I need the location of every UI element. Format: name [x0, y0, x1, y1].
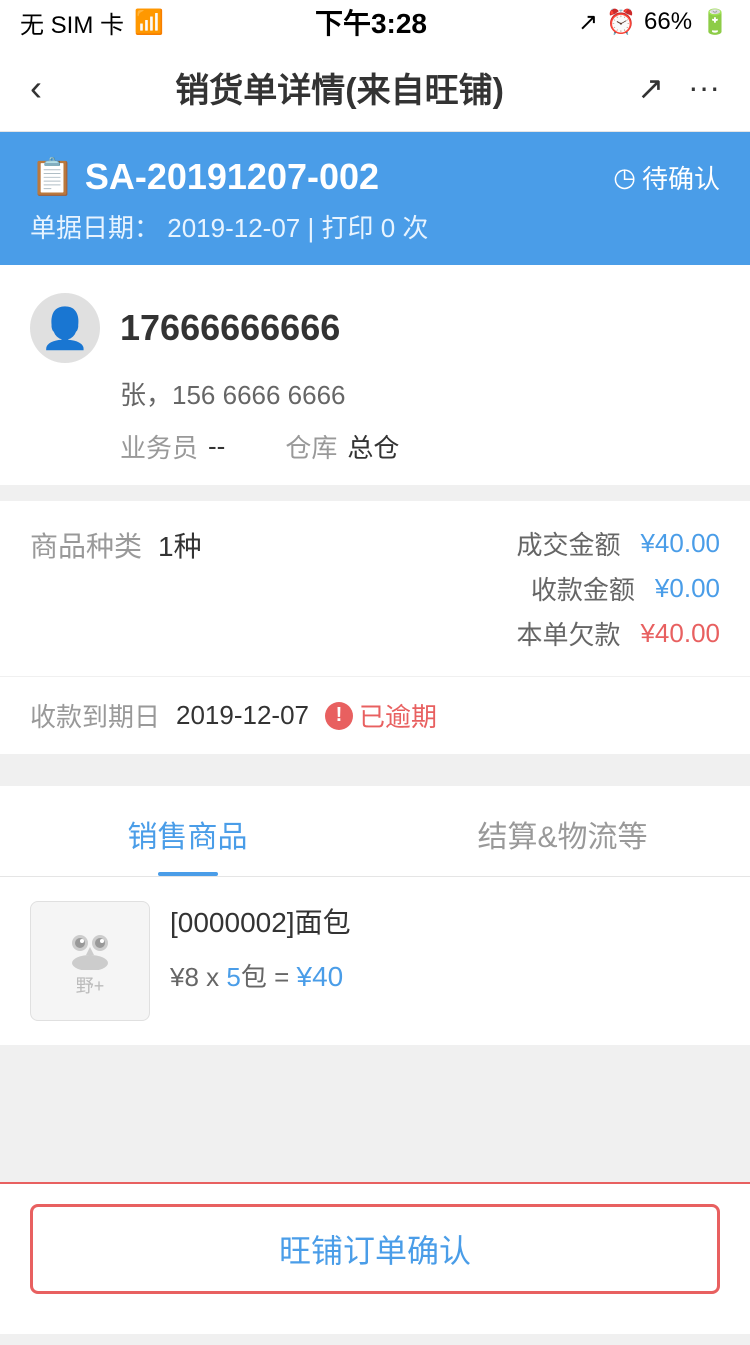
- due-date-section: 收款到期日 2019-12-07 ! 已逾期: [0, 676, 750, 754]
- location-icon: ↗: [578, 8, 598, 37]
- print-label: 打印: [321, 213, 373, 243]
- clock-icon: ◷: [613, 162, 636, 193]
- customer-top: 👤 17666666666: [30, 293, 720, 363]
- product-image: 野+: [30, 901, 150, 1021]
- share-icon[interactable]: ↗︎: [637, 69, 664, 107]
- overdue-badge: ! 已逾期: [325, 697, 437, 734]
- confirm-button[interactable]: 旺铺订单确认: [30, 1204, 720, 1294]
- product-logo-icon: [60, 925, 120, 970]
- received-value: ¥0.00: [655, 573, 720, 604]
- received-amount: 收款金额 ¥0.00: [531, 570, 720, 607]
- divider-2: [0, 754, 750, 770]
- print-unit: 次: [402, 213, 428, 243]
- price-formula: ¥8 x: [170, 962, 226, 992]
- owed-value: ¥40.00: [640, 618, 720, 649]
- user-icon: 👤: [40, 305, 90, 352]
- alarm-icon: ⏰: [606, 8, 636, 37]
- back-button[interactable]: ‹: [30, 67, 42, 109]
- due-date-value: 2019-12-07: [176, 700, 309, 731]
- tab-settlement-label: 结算&物流等: [477, 821, 647, 854]
- nav-bar: ‹ 销货单详情(来自旺铺) ↗︎ ···: [0, 44, 750, 132]
- divider-1: [0, 485, 750, 501]
- status-time: 下午3:28: [315, 2, 427, 42]
- customer-name: 张，156 6666 6666: [120, 375, 720, 412]
- battery-text: 66%: [644, 8, 692, 36]
- equals-sign: =: [267, 962, 297, 992]
- status-right: ↗ ⏰ 66% 🔋: [578, 8, 730, 37]
- customer-section: 👤 17666666666 张，156 6666 6666 业务员 -- 仓库 …: [0, 265, 750, 485]
- product-total: ¥40: [297, 961, 344, 992]
- sales-meta: 业务员 --: [120, 428, 225, 465]
- product-info: [0000002]面包 ¥8 x 5包 = ¥40: [170, 901, 720, 994]
- product-type-value: 1种: [158, 525, 202, 565]
- product-price: ¥8 x 5包 = ¥40: [170, 957, 720, 994]
- avatar: 👤: [30, 293, 100, 363]
- owed-amount: 本单欠款 ¥40.00: [516, 615, 720, 652]
- document-icon: 📋: [30, 156, 75, 198]
- status-left: 无 SIM 卡 📶: [20, 5, 164, 40]
- separator: |: [307, 213, 321, 243]
- warehouse-value: 总仓: [347, 428, 399, 465]
- product-quantity: 5: [226, 962, 240, 992]
- status-bar: 无 SIM 卡 📶 下午3:28 ↗ ⏰ 66% 🔋: [0, 0, 750, 44]
- overdue-icon: !: [325, 702, 353, 730]
- deal-amount: 成交金额 ¥40.00: [516, 525, 720, 562]
- nav-actions: ↗︎ ···: [637, 69, 720, 107]
- product-name: [0000002]面包: [170, 901, 720, 941]
- tabs-container: 销售商品 结算&物流等: [0, 786, 750, 1045]
- owed-label: 本单欠款: [516, 615, 620, 652]
- tab-products[interactable]: 销售商品: [0, 786, 375, 876]
- sales-value: --: [208, 431, 225, 462]
- status-text: 待确认: [642, 159, 720, 196]
- date-value: 2019-12-07: [167, 213, 300, 243]
- order-number-text: SA-20191207-002: [85, 156, 379, 198]
- customer-phone: 17666666666: [120, 307, 340, 349]
- warehouse-label: 仓库: [285, 428, 337, 465]
- wifi-icon: 📶: [134, 8, 164, 37]
- product-item: 野+ [0000002]面包 ¥8 x 5包 = ¥40: [0, 877, 750, 1045]
- tab-settlement[interactable]: 结算&物流等: [375, 786, 750, 876]
- more-icon[interactable]: ···: [688, 69, 720, 106]
- customer-meta: 业务员 -- 仓库 总仓: [120, 428, 720, 465]
- battery-icon: 🔋: [700, 8, 730, 37]
- order-header: 📋 SA-20191207-002 ◷ 待确认 单据日期： 2019-12-07…: [0, 132, 750, 265]
- page-title: 销货单详情(来自旺铺): [175, 63, 504, 112]
- deal-amount-label: 成交金额: [516, 525, 620, 562]
- amount-section: 商品种类 1种 成交金额 ¥40.00 收款金额 ¥0.00 本单欠款 ¥40.…: [0, 501, 750, 676]
- product-type: 商品种类 1种: [30, 525, 202, 565]
- amount-right: 成交金额 ¥40.00 收款金额 ¥0.00 本单欠款 ¥40.00: [516, 525, 720, 652]
- deal-amount-value: ¥40.00: [640, 528, 720, 559]
- order-number-row: 📋 SA-20191207-002: [30, 156, 379, 198]
- carrier-text: 无 SIM 卡: [20, 5, 124, 40]
- sales-label: 业务员: [120, 428, 198, 465]
- tabs: 销售商品 结算&物流等: [0, 786, 750, 877]
- bottom-bar: 旺铺订单确认: [0, 1182, 750, 1334]
- tab-products-label: 销售商品: [128, 821, 248, 854]
- due-label: 收款到期日: [30, 697, 160, 734]
- quantity-unit: 包: [241, 962, 267, 992]
- amount-row: 商品种类 1种 成交金额 ¥40.00 收款金额 ¥0.00 本单欠款 ¥40.…: [30, 525, 720, 652]
- order-date-row: 单据日期： 2019-12-07 | 打印 0 次: [30, 208, 720, 245]
- order-status: ◷ 待确认: [613, 159, 720, 196]
- print-count: 0: [381, 213, 395, 243]
- received-label: 收款金额: [531, 570, 635, 607]
- warehouse-meta: 仓库 总仓: [285, 428, 399, 465]
- overdue-text: 已逾期: [359, 697, 437, 734]
- date-label: 单据日期：: [30, 213, 160, 243]
- product-type-label: 商品种类: [30, 525, 142, 565]
